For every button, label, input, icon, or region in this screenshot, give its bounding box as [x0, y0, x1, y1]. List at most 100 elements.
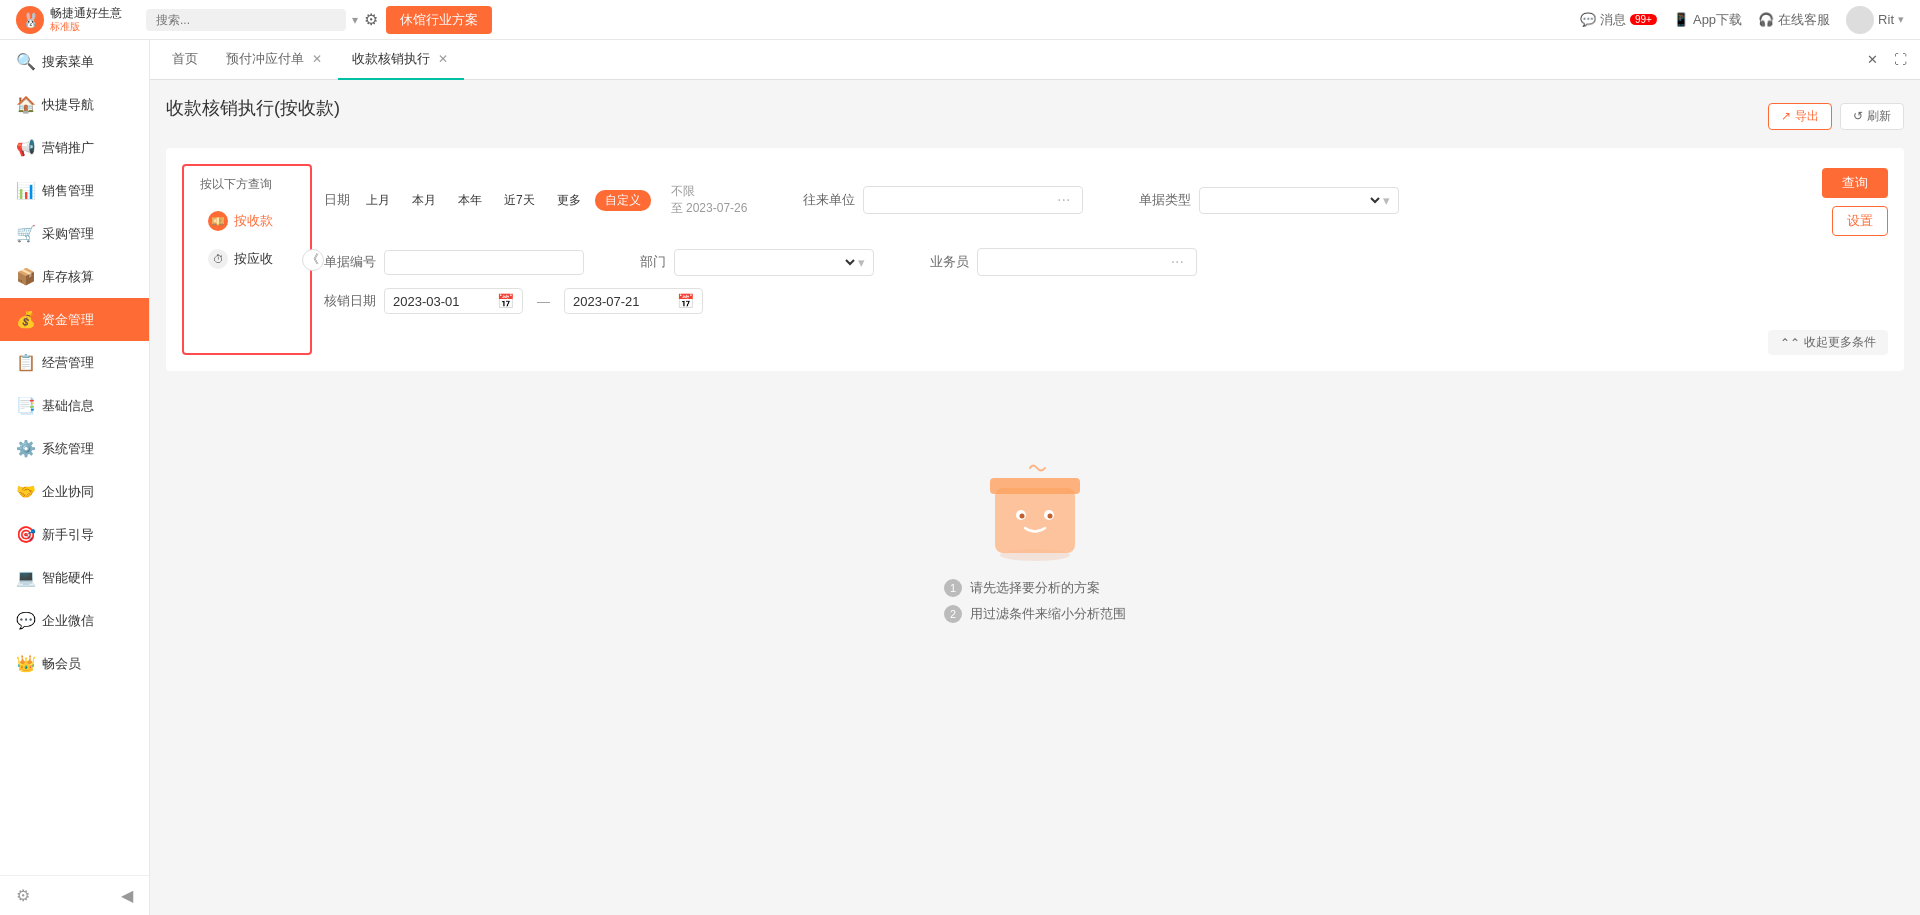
query-button[interactable]: 查询 [1822, 168, 1888, 198]
beginner-icon: 🎯 [16, 525, 34, 544]
filter-by-receivable[interactable]: ⏱ 按应收 [200, 245, 294, 273]
this-year-btn[interactable]: 本年 [450, 190, 490, 211]
refresh-icon: ↺ [1853, 109, 1863, 123]
search-input[interactable] [146, 9, 346, 31]
party-dots-icon[interactable]: ··· [1053, 191, 1074, 209]
party-input-wrapper[interactable]: ··· [863, 186, 1083, 214]
solution-button[interactable]: 休馆行业方案 [386, 6, 492, 34]
sidebar-item-fund[interactable]: 💰 资金管理 [0, 298, 149, 341]
filter-by-receipt[interactable]: 💴 按收款 [200, 207, 294, 235]
tab-bar: 首页 预付冲应付单 ✕ 收款核销执行 ✕ ✕ ⛶ [150, 40, 1920, 80]
last-7days-btn[interactable]: 近7天 [496, 190, 543, 211]
collapse-more-row: ⌃⌃ 收起更多条件 [324, 330, 1888, 355]
dept-dropdown[interactable] [683, 254, 858, 271]
page-content: 收款核销执行(按收款) ↗ 导出 ↺ 刷新 按以下方查询 [150, 80, 1920, 915]
filter-salesperson-field: 业务员 ··· [930, 248, 1197, 276]
app-download-label: App下载 [1693, 11, 1742, 29]
writeoff-date-start-input[interactable] [393, 294, 493, 309]
this-month-btn[interactable]: 本月 [404, 190, 444, 211]
sidebar-item-corp-collab[interactable]: 🤝 企业协同 [0, 470, 149, 513]
fund-icon: 💰 [16, 310, 34, 329]
writeoff-date-end-wrapper[interactable]: 📅 [564, 288, 703, 314]
sidebar: 🔍 搜索菜单 🏠 快捷导航 📢 营销推广 📊 销售管理 🛒 采购管理 📦 库存核… [0, 40, 150, 915]
dept-dropdown-icon: ▾ [858, 255, 865, 270]
user-avatar [1846, 6, 1874, 34]
voucher-type-dropdown[interactable] [1208, 192, 1383, 209]
online-service-label: 在线客服 [1778, 11, 1830, 29]
sidebar-item-sys[interactable]: ⚙️ 系统管理 [0, 427, 149, 470]
search-dropdown-icon[interactable]: ▾ [352, 13, 358, 27]
custom-date-btn[interactable]: 自定义 [595, 190, 651, 211]
settings-bottom-icon[interactable]: ⚙ [16, 886, 30, 905]
more-date-btn[interactable]: 更多 [549, 190, 589, 211]
salesperson-input[interactable] [986, 255, 1167, 270]
tab-receive-label: 收款核销执行 [352, 50, 430, 68]
sidebar-label-ops: 经营管理 [42, 354, 94, 372]
by-receivable-label: 按应收 [234, 250, 273, 268]
inventory-icon: 📦 [16, 267, 34, 286]
sidebar-item-basic-info[interactable]: 📑 基础信息 [0, 384, 149, 427]
settings-gear-icon[interactable]: ⚙ [364, 10, 378, 29]
dept-select[interactable]: ▾ [674, 249, 874, 276]
sidebar-item-quick-nav[interactable]: 🏠 快捷导航 [0, 83, 149, 126]
sidebar-item-search-menu[interactable]: 🔍 搜索菜单 [0, 40, 149, 83]
refresh-button[interactable]: ↺ 刷新 [1840, 103, 1904, 130]
tab-expand-action[interactable]: ⛶ [1888, 48, 1912, 72]
settings-button[interactable]: 设置 [1832, 206, 1888, 236]
sidebar-label-search-menu: 搜索菜单 [42, 53, 94, 71]
sidebar-item-purchase[interactable]: 🛒 采购管理 [0, 212, 149, 255]
writeoff-date-end-calendar-icon[interactable]: 📅 [677, 293, 694, 309]
page-header-actions: ↗ 导出 ↺ 刷新 [1768, 103, 1904, 130]
sidebar-label-sales: 销售管理 [42, 182, 94, 200]
online-service-item[interactable]: 🎧 在线客服 [1758, 11, 1830, 29]
last-month-btn[interactable]: 上月 [358, 190, 398, 211]
writeoff-date-start-calendar-icon[interactable]: 📅 [497, 293, 514, 309]
sidebar-bottom: ⚙ ◀︎ [0, 875, 149, 915]
hint-2-num: 2 [944, 605, 962, 623]
sidebar-item-ops[interactable]: 📋 经营管理 [0, 341, 149, 384]
message-item[interactable]: 💬 消息 99+ [1580, 11, 1657, 29]
filter-action-buttons: 查询 设置 [1822, 164, 1888, 236]
sidebar-item-smart-hw[interactable]: 💻 智能硬件 [0, 556, 149, 599]
top-bar-left: 🐰 畅捷通好生意 标准版 ▾ ⚙ 休馆行业方案 [16, 6, 492, 34]
tab-receive-offset[interactable]: 收款核销执行 ✕ [338, 40, 464, 80]
sidebar-item-marketing[interactable]: 📢 营销推广 [0, 126, 149, 169]
salesperson-input-wrapper[interactable]: ··· [977, 248, 1197, 276]
search-menu-icon: 🔍 [16, 52, 34, 71]
tab-home[interactable]: 首页 [158, 40, 212, 80]
date-no-limit-text: 不限 [671, 183, 748, 200]
voucher-no-input-wrapper[interactable] [384, 250, 584, 275]
sidebar-item-sales[interactable]: 📊 销售管理 [0, 169, 149, 212]
writeoff-date-start-wrapper[interactable]: 📅 [384, 288, 523, 314]
sidebar-item-corp-wechat[interactable]: 💬 企业微信 [0, 599, 149, 642]
filter-row-3: 核销日期 📅 — 📅 [324, 288, 1888, 314]
voucher-type-select[interactable]: ▾ [1199, 187, 1399, 214]
filter-date-field: 日期 上月 本月 本年 近7天 更多 自定义 [324, 190, 651, 211]
writeoff-date-end-input[interactable] [573, 294, 673, 309]
empty-hint-1: 1 请先选择要分析的方案 [944, 579, 1126, 597]
filter-collapse-button[interactable]: 《 [302, 249, 324, 271]
tab-prepay-offset[interactable]: 预付冲应付单 ✕ [212, 40, 338, 80]
salesperson-dots-icon[interactable]: ··· [1167, 253, 1188, 271]
sidebar-item-vip[interactable]: 👑 畅会员 [0, 642, 149, 685]
tab-prepay-close-icon[interactable]: ✕ [310, 50, 324, 68]
user-name: Rit [1878, 12, 1894, 27]
quick-nav-icon: 🏠 [16, 95, 34, 114]
sidebar-label-quick-nav: 快捷导航 [42, 96, 94, 114]
export-button[interactable]: ↗ 导出 [1768, 103, 1832, 130]
sidebar-item-beginner[interactable]: 🎯 新手引导 [0, 513, 149, 556]
sidebar-item-inventory[interactable]: 📦 库存核算 [0, 255, 149, 298]
sidebar-label-marketing: 营销推广 [42, 139, 94, 157]
hint-1-num: 1 [944, 579, 962, 597]
user-profile-item[interactable]: Rit ▾ [1846, 6, 1904, 34]
filter-party-field: 往来单位 ··· [803, 186, 1083, 214]
app-download-icon: 📱 [1673, 12, 1689, 27]
filter-conditions: 日期 上月 本月 本年 近7天 更多 自定义 不限 [324, 164, 1888, 355]
collapse-sidebar-icon[interactable]: ◀︎ [121, 886, 133, 905]
tab-close-action[interactable]: ✕ [1860, 48, 1884, 72]
tab-receive-close-icon[interactable]: ✕ [436, 50, 450, 68]
collapse-more-button[interactable]: ⌃⌃ 收起更多条件 [1768, 330, 1888, 355]
app-download-item[interactable]: 📱 App下载 [1673, 11, 1742, 29]
party-input[interactable] [872, 193, 1053, 208]
voucher-no-input[interactable] [393, 255, 575, 270]
